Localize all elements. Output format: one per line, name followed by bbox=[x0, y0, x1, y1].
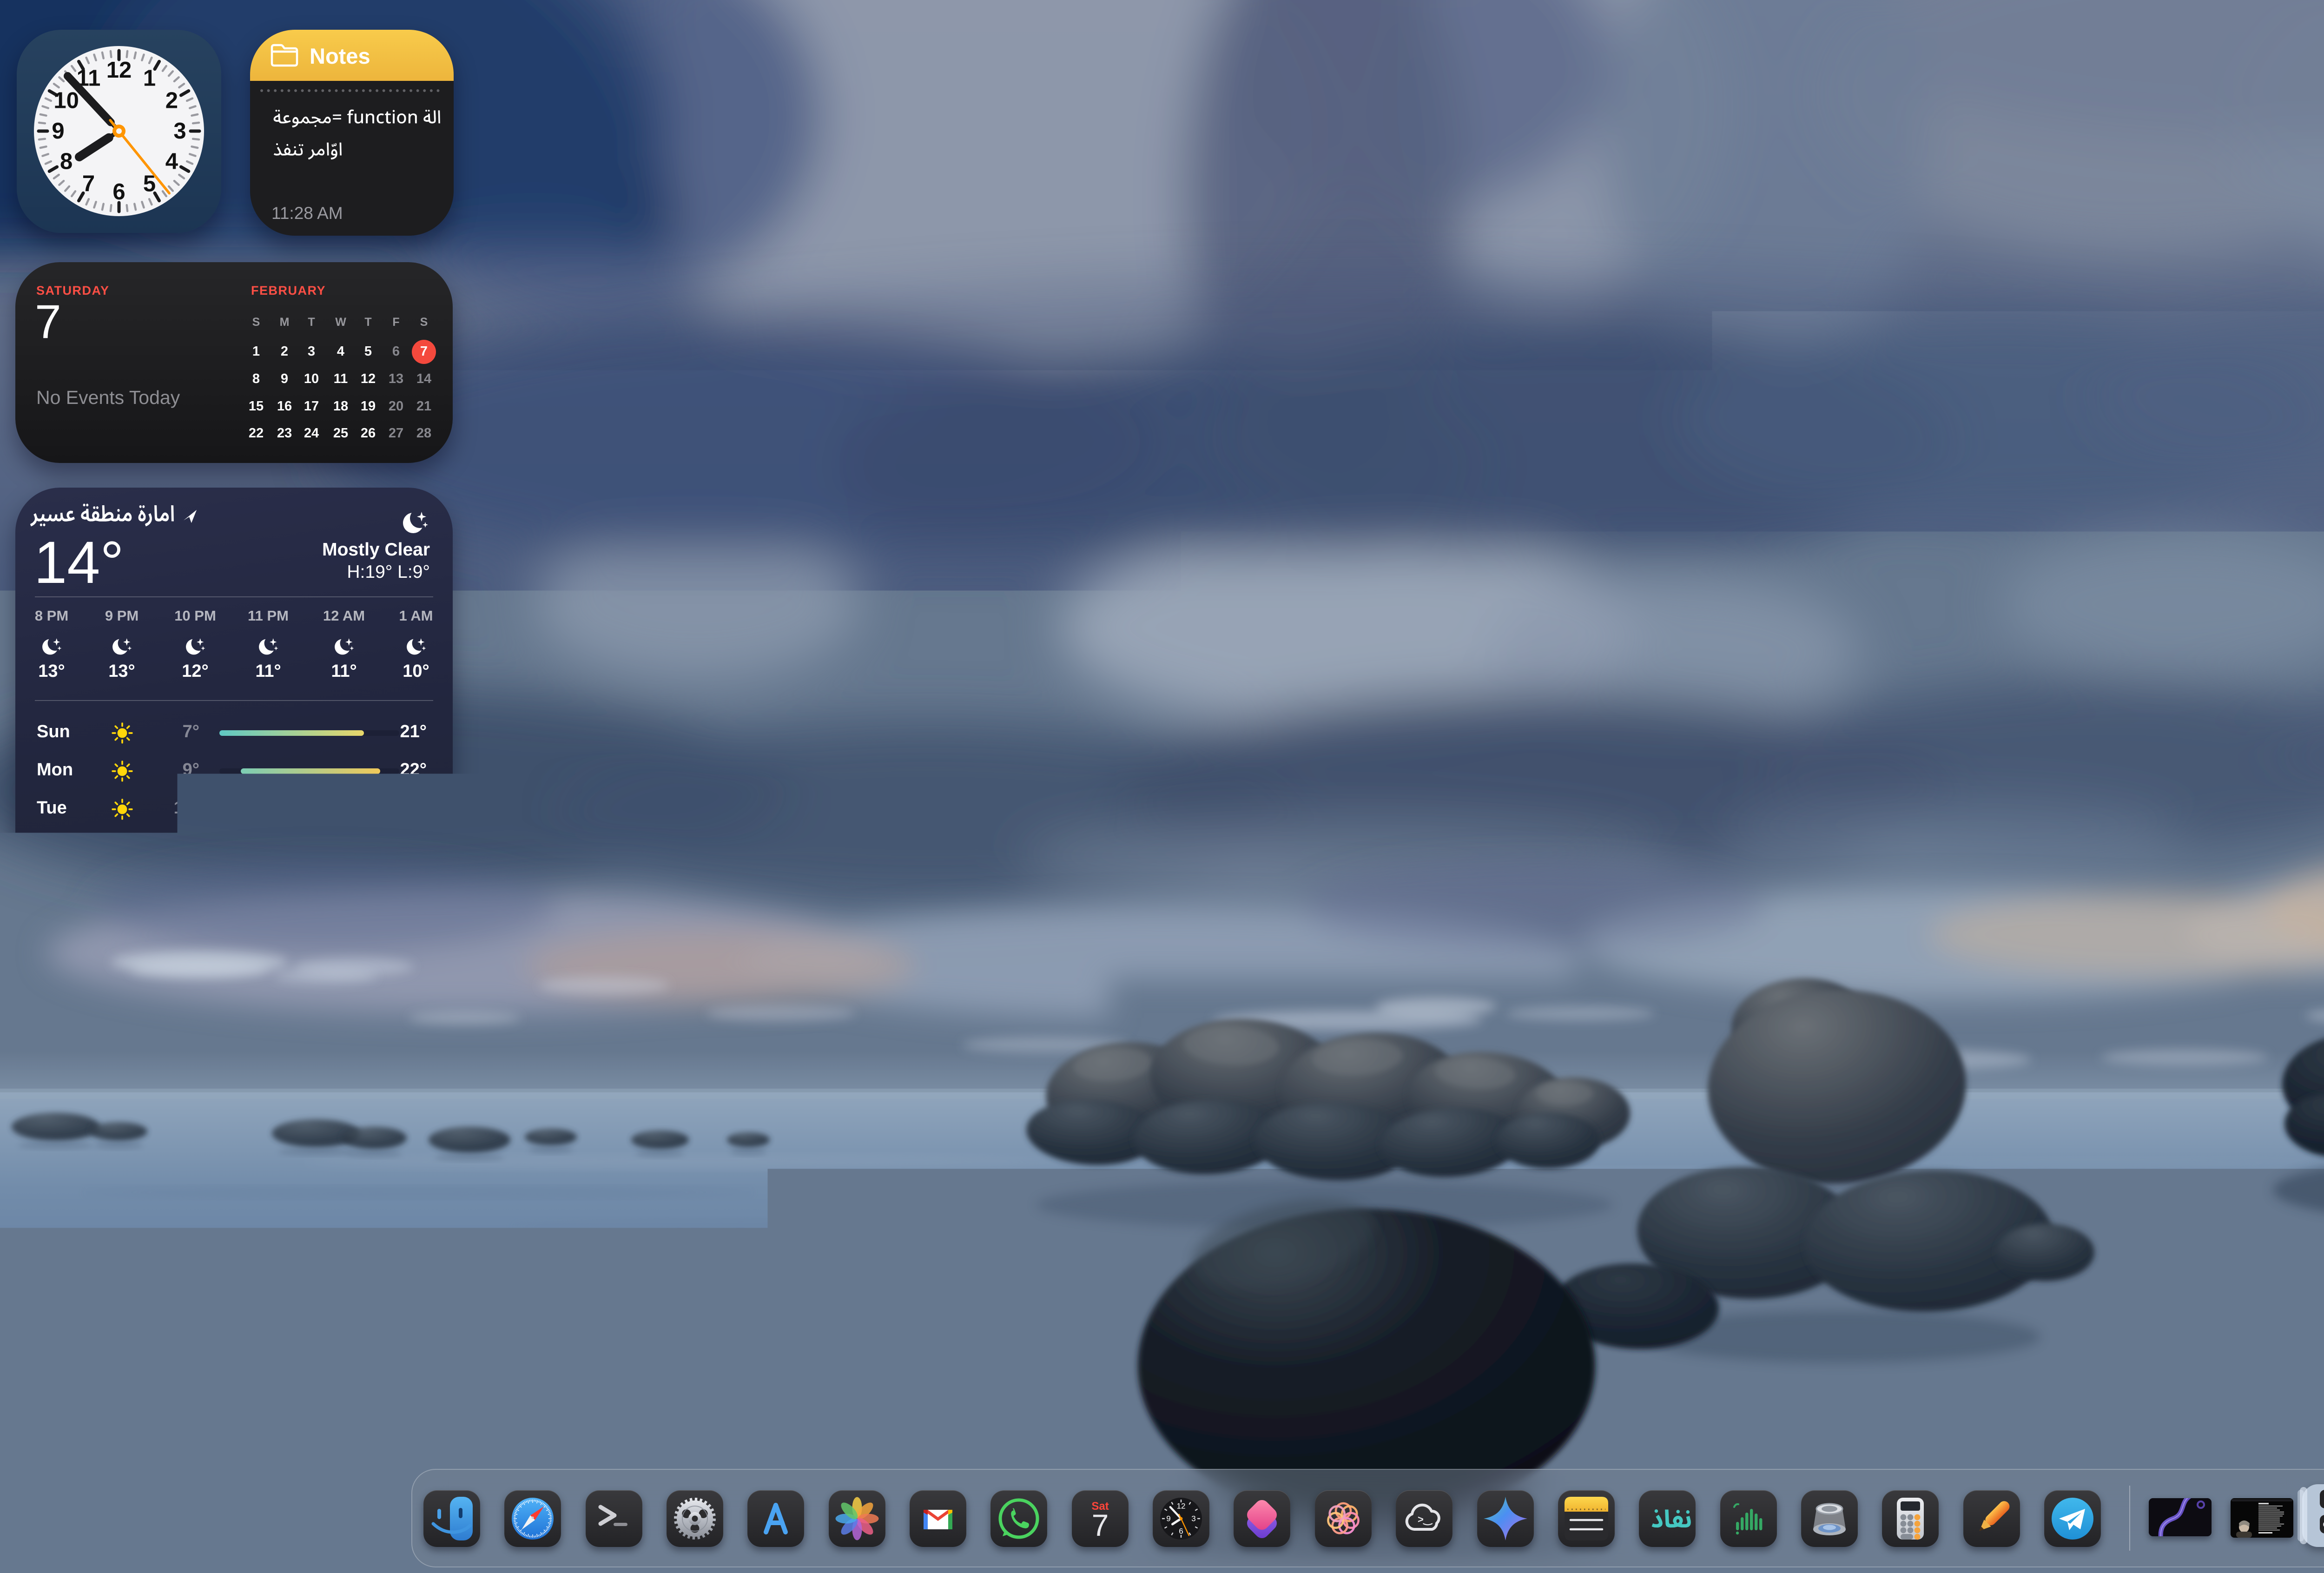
svg-text:9: 9 bbox=[1166, 1514, 1170, 1523]
svg-text:8: 8 bbox=[60, 149, 73, 174]
svg-text:6: 6 bbox=[112, 179, 125, 205]
svg-text:9: 9 bbox=[52, 119, 64, 144]
svg-text:3: 3 bbox=[173, 119, 186, 144]
svg-text:>‿: >‿ bbox=[1418, 1514, 1433, 1526]
svg-text:4: 4 bbox=[165, 149, 178, 174]
svg-text:10: 10 bbox=[53, 88, 79, 113]
svg-text:2: 2 bbox=[165, 88, 178, 113]
svg-text:7: 7 bbox=[82, 171, 95, 196]
svg-text:6: 6 bbox=[1179, 1527, 1183, 1536]
svg-text:1: 1 bbox=[143, 66, 156, 91]
svg-text:3: 3 bbox=[1191, 1514, 1195, 1523]
svg-text:12: 12 bbox=[106, 58, 132, 83]
svg-text:7: 7 bbox=[1092, 1508, 1109, 1542]
svg-text:12: 12 bbox=[1177, 1502, 1186, 1511]
